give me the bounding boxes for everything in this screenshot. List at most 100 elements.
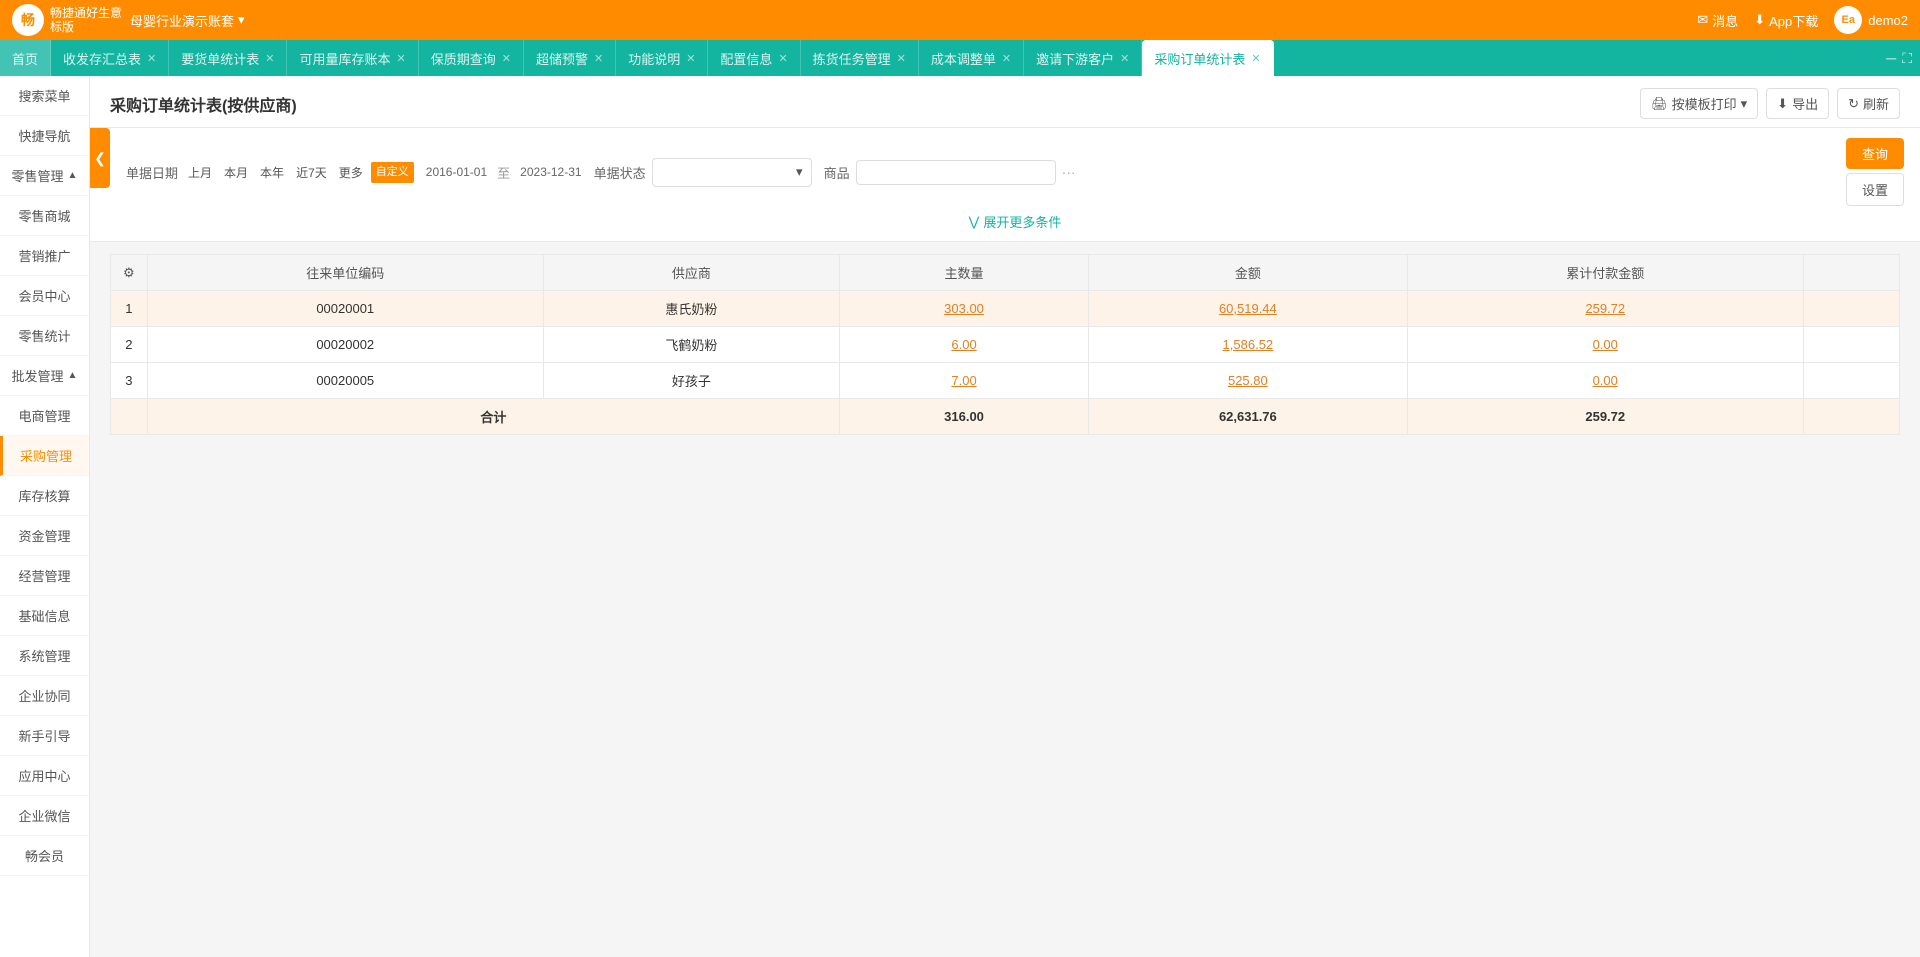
sidebar-search[interactable]: 搜索菜单 <box>0 76 89 116</box>
workspace-selector[interactable]: 母婴行业演示账套 ▾ <box>130 11 245 30</box>
close-icon[interactable]: ✕ <box>778 52 787 65</box>
sidebar-item-lingshou[interactable]: 零售管理 ▲ <box>0 156 89 196</box>
query-settings-group: 查询 设置 <box>1846 138 1904 206</box>
close-icon[interactable]: ✕ <box>265 52 274 65</box>
footer-qty: 316.00 <box>840 399 1089 435</box>
avatar: Ea <box>1834 6 1862 34</box>
row-extra <box>1803 327 1899 363</box>
row-code[interactable]: 00020001 <box>147 291 543 327</box>
sidebar-item-xinshou[interactable]: 新手引导 <box>0 716 89 756</box>
row-supplier[interactable]: 惠氏奶粉 <box>543 291 839 327</box>
shortcut-shangyue[interactable]: 上月 <box>184 162 216 183</box>
btn-settings[interactable]: 设置 <box>1846 173 1904 206</box>
close-icon[interactable]: ✕ <box>1002 52 1011 65</box>
row-paid[interactable]: 259.72 <box>1407 291 1803 327</box>
shortcut-gengduo[interactable]: 更多 <box>335 162 367 183</box>
date-from[interactable]: 2016-01-01 <box>426 165 487 179</box>
tab-chengben[interactable]: 成本调整单 ✕ <box>919 40 1024 76</box>
row-amount[interactable]: 60,519.44 <box>1089 291 1408 327</box>
row-qty[interactable]: 303.00 <box>840 291 1089 327</box>
close-icon[interactable]: ✕ <box>1251 52 1260 65</box>
sidebar-item-yingxiao[interactable]: 营销推广 <box>0 236 89 276</box>
tab-minimize-icon[interactable]: ─ <box>1886 50 1896 66</box>
close-icon[interactable]: ✕ <box>686 52 695 65</box>
close-icon[interactable]: ✕ <box>897 52 906 65</box>
row-amount[interactable]: 525.80 <box>1089 363 1408 399</box>
sidebar-item-kucun[interactable]: 库存核算 <box>0 476 89 516</box>
more-options-icon[interactable]: ··· <box>1062 164 1076 180</box>
shortcut-bennian[interactable]: 本年 <box>256 162 288 183</box>
sidebar-item-xitong[interactable]: 系统管理 <box>0 636 89 676</box>
sidebar-item-caigougl[interactable]: 采购管理 <box>0 436 89 476</box>
tab-expand-icon[interactable]: ⛶ <box>1902 50 1912 67</box>
filter-content: 单据日期 上月 本月 本年 近7天 更多 自定义 2016-01-01 至 <box>110 128 1920 241</box>
sidebar-item-qiye[interactable]: 企业协同 <box>0 676 89 716</box>
tab-yaoqing[interactable]: 邀请下游客户 ✕ <box>1024 40 1142 76</box>
filter-status-item: 单据状态 ▾ <box>594 158 812 187</box>
sidebar-item-jingying[interactable]: 经营管理 <box>0 556 89 596</box>
status-select[interactable]: ▾ <box>652 158 812 187</box>
tab-gongneng[interactable]: 功能说明 ✕ <box>616 40 708 76</box>
logo-text: 畅捷通好生意 标版 <box>50 6 122 35</box>
sidebar-item-pifa[interactable]: 批发管理 ▲ <box>0 356 89 396</box>
page-actions: 🖨 按模板打印 ▾ ⬇ 导出 ↻ 刷新 <box>1640 88 1900 119</box>
btn-export[interactable]: ⬇ 导出 <box>1766 88 1829 119</box>
logo-icon: 畅 <box>12 4 44 36</box>
tab-baozhi[interactable]: 保质期查询 ✕ <box>419 40 524 76</box>
export-icon: ⬇ <box>1777 96 1788 112</box>
tab-shoufahuizong[interactable]: 收发存汇总表 ✕ <box>51 40 169 76</box>
sidebar-item-zijin[interactable]: 资金管理 <box>0 516 89 556</box>
row-code[interactable]: 00020005 <box>147 363 543 399</box>
app-download-btn[interactable]: ⬇ App下载 <box>1754 11 1818 30</box>
table-footer-row: 合计 316.00 62,631.76 259.72 <box>111 399 1900 435</box>
close-icon[interactable]: ✕ <box>397 52 406 65</box>
close-icon[interactable]: ✕ <box>502 52 511 65</box>
sidebar-item-dianshang[interactable]: 电商管理 <box>0 396 89 436</box>
chevron-down-icon: ▾ <box>796 164 803 180</box>
shortcut-benyue[interactable]: 本月 <box>220 162 252 183</box>
filter-goods-item: 商品 ··· <box>824 160 1076 185</box>
btn-template-print[interactable]: 🖨 按模板打印 ▾ <box>1640 88 1758 119</box>
row-qty[interactable]: 7.00 <box>840 363 1089 399</box>
sidebar: 搜索菜单 快捷导航 零售管理 ▲ 零售商城 营销推广 会员中心 零售统计 批发管… <box>0 76 90 957</box>
goods-label: 商品 <box>824 163 850 182</box>
close-icon[interactable]: ✕ <box>594 52 603 65</box>
sidebar-quick-nav[interactable]: 快捷导航 <box>0 116 89 156</box>
expand-more-btn[interactable]: ⋁ 展开更多条件 <box>126 212 1904 231</box>
row-amount[interactable]: 1,586.52 <box>1089 327 1408 363</box>
row-supplier[interactable]: 飞鹤奶粉 <box>543 327 839 363</box>
sidebar-item-lingtongji[interactable]: 零售统计 <box>0 316 89 356</box>
goods-input[interactable] <box>856 160 1056 185</box>
row-paid[interactable]: 0.00 <box>1407 327 1803 363</box>
row-paid[interactable]: 0.00 <box>1407 363 1803 399</box>
tab-home[interactable]: 首页 <box>0 40 51 76</box>
btn-refresh[interactable]: ↻ 刷新 <box>1837 88 1900 119</box>
row-num: 1 <box>111 291 148 327</box>
tab-chaochuyujing[interactable]: 超储预警 ✕ <box>524 40 616 76</box>
close-icon[interactable]: ✕ <box>147 52 156 65</box>
message-btn[interactable]: ✉ 消息 <box>1697 11 1738 30</box>
row-qty[interactable]: 6.00 <box>840 327 1089 363</box>
sidebar-item-changhui[interactable]: 畅会员 <box>0 836 89 876</box>
row-code[interactable]: 00020002 <box>147 327 543 363</box>
user-area[interactable]: Ea demo2 <box>1834 6 1908 34</box>
sidebar-item-qiyeweixin[interactable]: 企业微信 <box>0 796 89 836</box>
filter-toggle-btn[interactable]: ❮ <box>90 128 110 188</box>
refresh-icon: ↻ <box>1848 96 1859 112</box>
shortcut-jin7tian[interactable]: 近7天 <box>292 162 331 183</box>
close-icon[interactable]: ✕ <box>1120 52 1129 65</box>
sidebar-item-yingyong[interactable]: 应用中心 <box>0 756 89 796</box>
tab-yaohuo[interactable]: 要货单统计表 ✕ <box>169 40 287 76</box>
date-to[interactable]: 2023-12-31 <box>520 165 581 179</box>
tab-paihuo[interactable]: 拣货任务管理 ✕ <box>801 40 919 76</box>
sidebar-item-shangcheng[interactable]: 零售商城 <box>0 196 89 236</box>
btn-query[interactable]: 查询 <box>1846 138 1904 169</box>
row-supplier[interactable]: 好孩子 <box>543 363 839 399</box>
tab-keyongliang[interactable]: 可用量库存账本 ✕ <box>287 40 418 76</box>
col-paid: 累计付款金额 <box>1407 255 1803 291</box>
tab-caigou[interactable]: 采购订单统计表 ✕ <box>1142 40 1273 76</box>
sidebar-item-huiyuan[interactable]: 会员中心 <box>0 276 89 316</box>
sidebar-item-jichu[interactable]: 基础信息 <box>0 596 89 636</box>
table-container: ⚙ 往来单位编码 供应商 主数量 金额 累计付款金额 1 00020001 惠氏… <box>90 242 1920 957</box>
tab-peizhi[interactable]: 配置信息 ✕ <box>708 40 800 76</box>
